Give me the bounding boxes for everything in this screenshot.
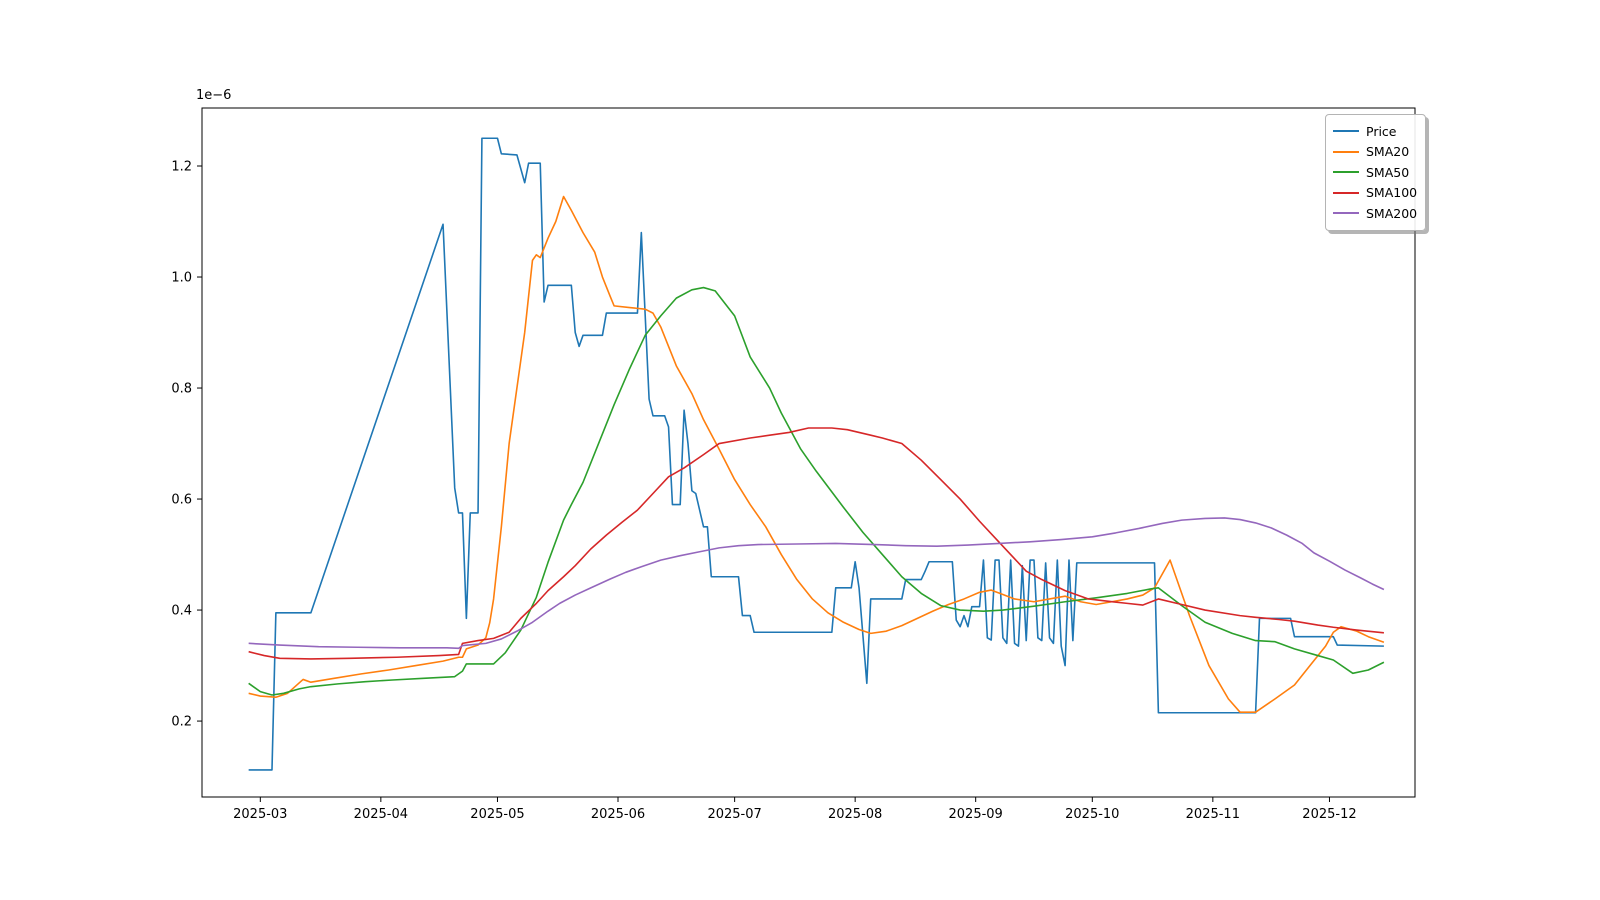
series-line-price xyxy=(248,137,1384,771)
legend-line-swatch-price xyxy=(1333,130,1359,133)
x-tick-label: 2025-10 xyxy=(1065,807,1119,822)
legend-item-sma200: SMA200 xyxy=(1333,203,1417,224)
x-tick-label: 2025-11 xyxy=(1186,807,1240,822)
series-line-sma20 xyxy=(248,195,1385,713)
legend-line-swatch-sma20 xyxy=(1333,150,1359,153)
legend: Price SMA20 SMA50 SMA100 SMA200 xyxy=(1325,114,1427,231)
x-tick-label: 2025-12 xyxy=(1302,807,1356,822)
legend-label-price: Price xyxy=(1366,123,1397,139)
legend-item-sma20: SMA20 xyxy=(1333,142,1417,163)
x-tick-label: 2025-09 xyxy=(949,807,1003,822)
legend-line-swatch-sma100 xyxy=(1333,191,1359,194)
y-axis-offset-label: 1e−6 xyxy=(196,88,232,103)
y-tick-label: 0.8 xyxy=(171,382,192,397)
y-tick-label: 1.2 xyxy=(171,160,192,175)
x-tick-label: 2025-08 xyxy=(828,807,882,822)
x-tick-label: 2025-04 xyxy=(354,807,408,822)
series-line-sma50 xyxy=(248,286,1385,696)
legend-item-sma50: SMA50 xyxy=(1333,162,1417,183)
legend-line-swatch-sma50 xyxy=(1333,171,1359,174)
series-line-sma200 xyxy=(248,517,1385,650)
x-tick-label: 2025-03 xyxy=(233,807,287,822)
legend-label-sma50: SMA50 xyxy=(1366,164,1410,180)
x-tick-label: 2025-05 xyxy=(470,807,524,822)
legend-item-sma100: SMA100 xyxy=(1333,183,1417,204)
y-tick-label: 0.2 xyxy=(171,715,192,730)
figure: 2025-03 2025-04 2025-05 2025-06 2025-07 2025-… xyxy=(0,0,1600,900)
x-tick-label: 2025-06 xyxy=(591,807,645,822)
legend-label-sma100: SMA100 xyxy=(1366,185,1418,201)
legend-label-sma200: SMA200 xyxy=(1366,205,1418,221)
x-tick-label: 2025-07 xyxy=(707,807,761,822)
legend-label-sma20: SMA20 xyxy=(1366,144,1410,160)
y-tick-label: 0.6 xyxy=(171,493,192,508)
y-tick-label: 0.4 xyxy=(171,604,192,619)
legend-line-swatch-sma200 xyxy=(1333,212,1359,215)
y-tick-label: 1.0 xyxy=(171,271,192,286)
legend-item-price: Price xyxy=(1333,121,1417,142)
axes-spines xyxy=(201,107,1416,798)
